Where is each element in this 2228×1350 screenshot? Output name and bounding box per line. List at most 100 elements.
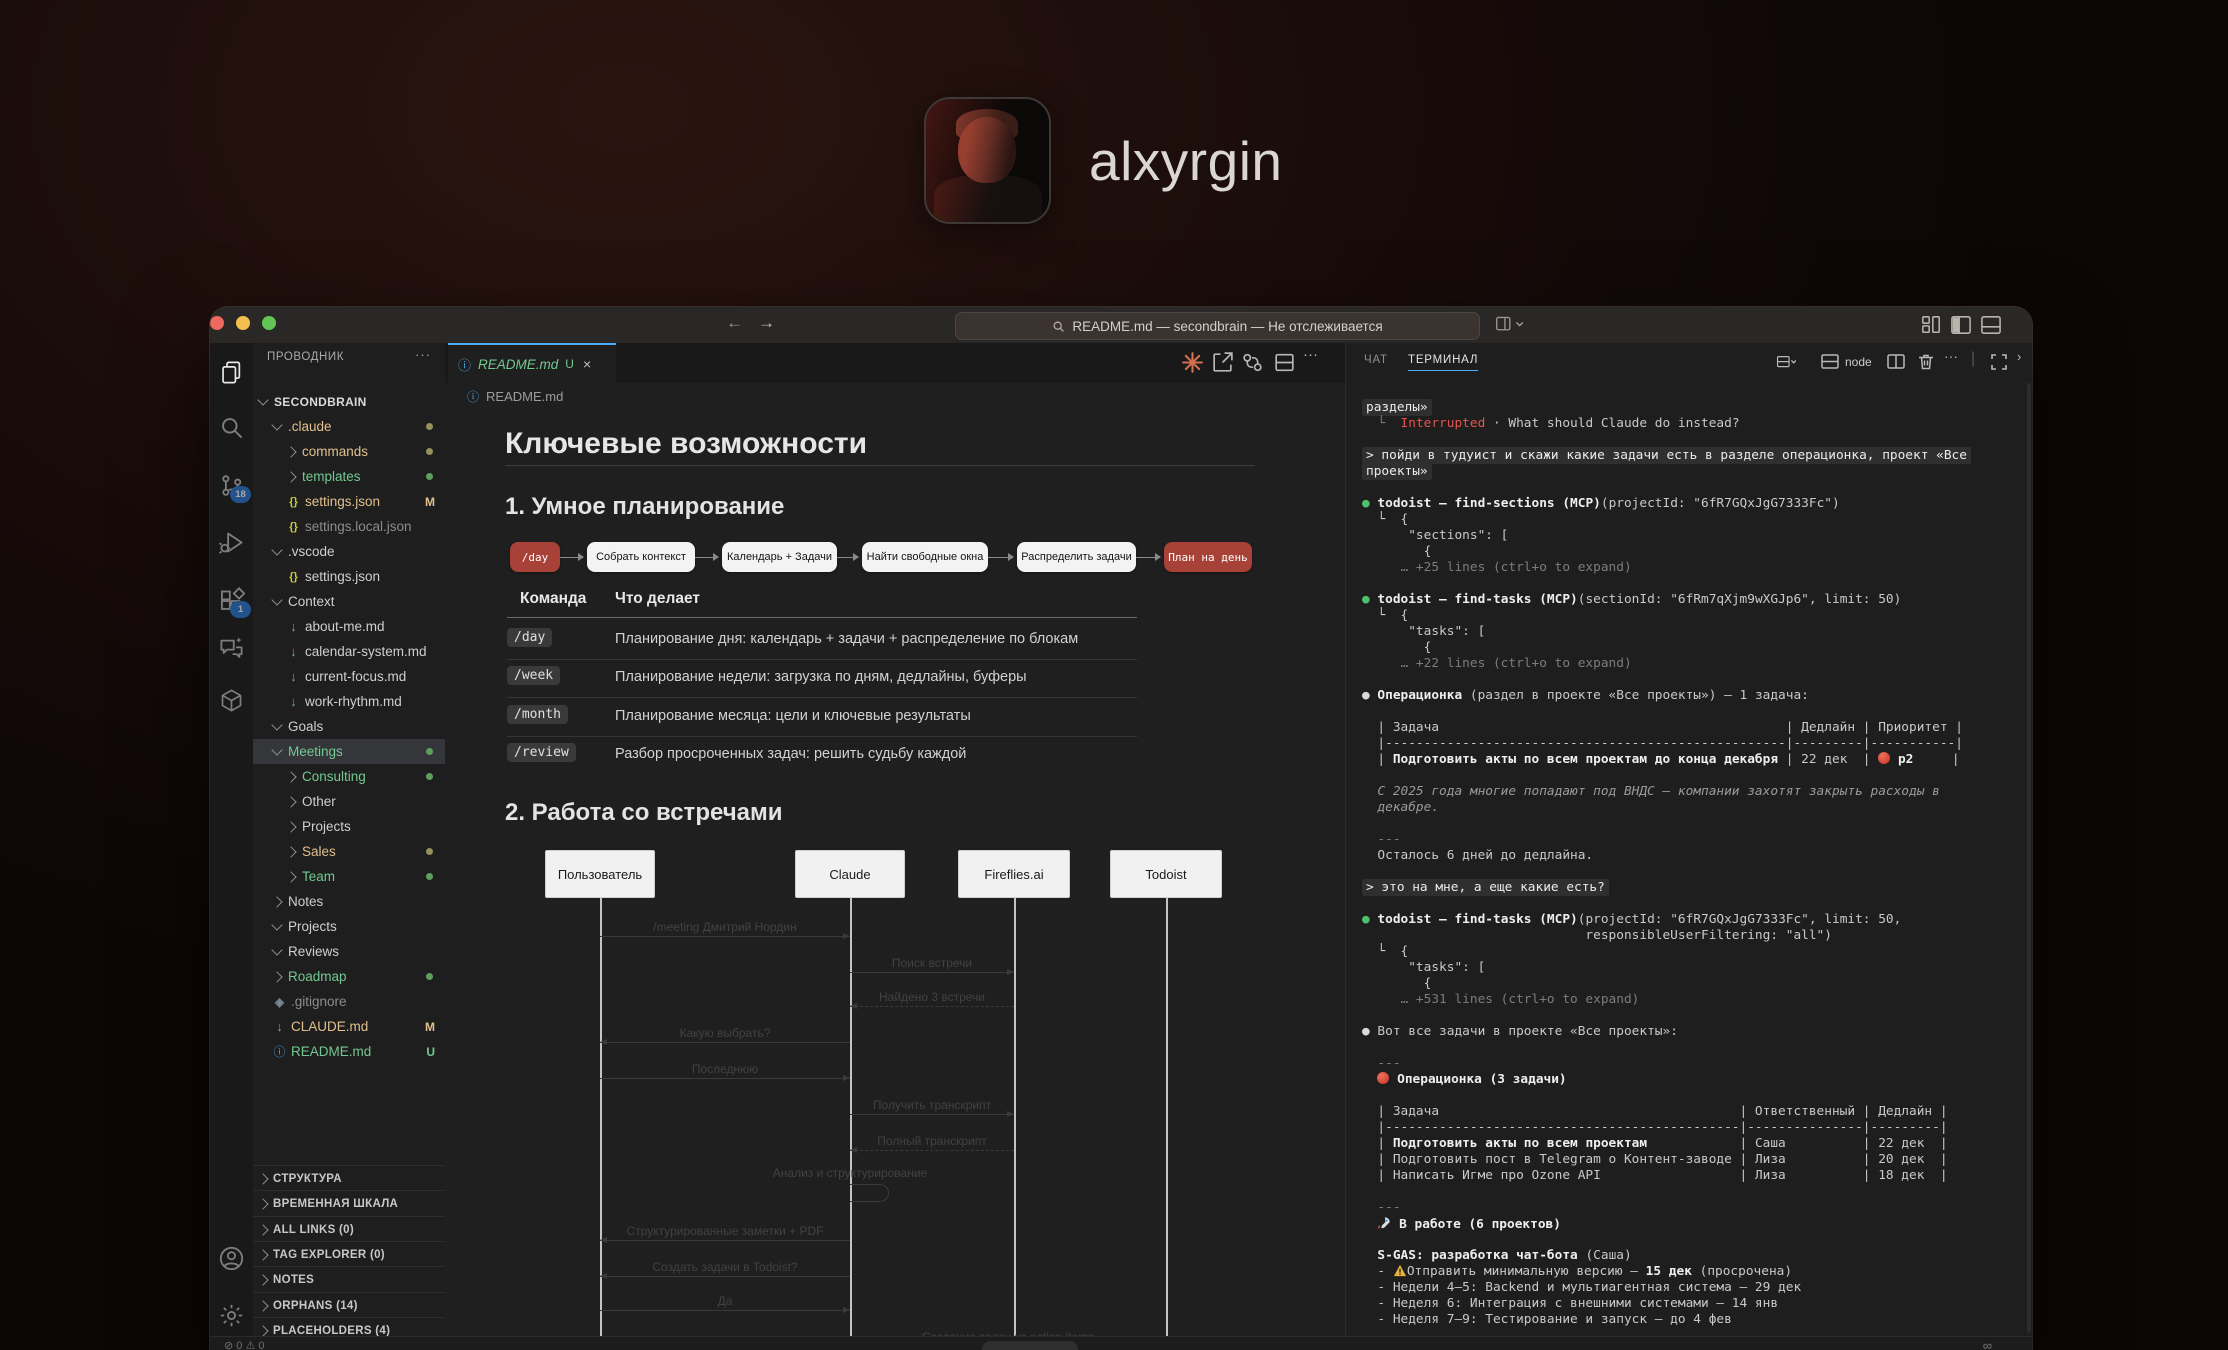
customize-layout-icon[interactable] bbox=[1920, 315, 1942, 340]
search-icon[interactable] bbox=[218, 414, 245, 441]
terminal-line: --- bbox=[1362, 1056, 1401, 1071]
terminal-launch-profile-icon[interactable] bbox=[1776, 352, 1797, 377]
toggle-panel-icon[interactable] bbox=[1980, 315, 2002, 340]
tree-item-.claude[interactable]: .claude bbox=[253, 414, 445, 439]
terminal-instance-name[interactable]: node bbox=[1845, 355, 1872, 369]
breadcrumb-file[interactable]: README.md bbox=[486, 389, 563, 404]
source-control-icon[interactable]: 18 bbox=[218, 472, 251, 503]
tree-item-settings.local.json[interactable]: {} settings.local.json bbox=[253, 514, 445, 539]
open-preview-icon[interactable] bbox=[1210, 350, 1236, 376]
tree-item-projects[interactable]: Projects bbox=[253, 814, 445, 839]
sidebar-section-2[interactable]: ALL LINKS (0) bbox=[253, 1216, 445, 1242]
terminal-scrollbar[interactable] bbox=[2027, 383, 2031, 1333]
status-problems[interactable]: ⊘ 0 ⚠ 0 bbox=[224, 1339, 264, 1350]
terminal-line: В работе (6 проектов) bbox=[1362, 1216, 1561, 1235]
sidebar-section-5[interactable]: ORPHANS (14) bbox=[253, 1292, 445, 1318]
arrowhead bbox=[843, 933, 850, 939]
chevron-right-icon bbox=[285, 820, 297, 833]
sequence-message: /meeting Дмитрий Нордин bbox=[653, 920, 797, 934]
tree-item-goals[interactable]: Goals bbox=[253, 714, 445, 739]
cmd-description: Планирование недели: загрузка по дням, д… bbox=[615, 669, 1027, 685]
chevron-right-icon bbox=[285, 845, 297, 858]
terminal-instance-icon[interactable] bbox=[1820, 352, 1840, 377]
tree-item-about-me.md[interactable]: ↓ about-me.md bbox=[253, 614, 445, 639]
tree-item-context[interactable]: Context bbox=[253, 589, 445, 614]
new-layout-dropdown-icon[interactable] bbox=[1495, 315, 1524, 338]
cube-extension-icon[interactable] bbox=[218, 687, 245, 714]
tree-item-calendar-system.md[interactable]: ↓ calendar-system.md bbox=[253, 639, 445, 664]
panel-scroll-right-icon[interactable]: › bbox=[2017, 349, 2021, 364]
tree-item-projects[interactable]: Projects bbox=[253, 914, 445, 939]
tree-item-other[interactable]: Other bbox=[253, 789, 445, 814]
tree-item-reviews[interactable]: Reviews bbox=[253, 939, 445, 964]
tree-item-meetings[interactable]: Meetings bbox=[253, 739, 445, 764]
maximize-panel-icon[interactable] bbox=[1989, 352, 2009, 377]
sequence-message: Да bbox=[717, 1294, 733, 1308]
chevron-down-icon bbox=[271, 544, 283, 556]
tree-item-current-focus.md[interactable]: ↓ current-focus.md bbox=[253, 664, 445, 689]
arrowhead bbox=[850, 1003, 857, 1009]
chevron-right-icon bbox=[285, 795, 297, 808]
terminal-line: { bbox=[1362, 544, 1432, 559]
sidebar-section-3[interactable]: TAG EXPLORER (0) bbox=[253, 1241, 445, 1267]
close-tab-icon[interactable]: × bbox=[583, 356, 591, 372]
open-changes-icon[interactable] bbox=[1240, 350, 1266, 376]
red-circle-icon bbox=[1878, 752, 1891, 764]
tree-item-.gitignore[interactable]: ◈ .gitignore bbox=[253, 989, 445, 1014]
sequence-message: Анализ и структурирование bbox=[772, 1166, 928, 1180]
terminal-line: ● Операционка (раздел в проекте «Все про… bbox=[1362, 688, 1809, 703]
tree-item-claude.md[interactable]: ↓ CLAUDE.md M bbox=[253, 1014, 445, 1039]
panel-tab-terminal[interactable]: ТЕРМИНАЛ bbox=[1408, 354, 1479, 371]
sidebar-section-1[interactable]: ВРЕМЕННАЯ ШКАЛА bbox=[253, 1190, 445, 1216]
terminal-line: | Подготовить акты по всем проектам | Са… bbox=[1362, 1136, 1948, 1151]
minimize-window-button[interactable] bbox=[236, 316, 250, 330]
sequence-self-loop bbox=[850, 1184, 889, 1202]
claude-starburst-icon[interactable] bbox=[1180, 350, 1206, 376]
terminal-output[interactable]: разделы» └ Interrupted · What should Cla… bbox=[1346, 383, 2032, 1350]
extensions-icon[interactable]: 1 bbox=[218, 587, 251, 618]
breadcrumb[interactable]: ⓘ README.md bbox=[445, 383, 1345, 409]
status-copilot-icon[interactable]: ∞ bbox=[1983, 1338, 1992, 1350]
tree-item-.vscode[interactable]: .vscode bbox=[253, 539, 445, 564]
terminal-line: └ Interrupted · What should Claude do in… bbox=[1362, 416, 1740, 431]
tree-item-secondbrain[interactable]: SECONDBRAIN bbox=[253, 389, 445, 414]
extensions-badge: 1 bbox=[230, 601, 251, 618]
tree-item-notes[interactable]: Notes bbox=[253, 889, 445, 914]
explorer-icon[interactable] bbox=[218, 359, 245, 386]
tree-item-work-rhythm.md[interactable]: ↓ work-rhythm.md bbox=[253, 689, 445, 714]
split-editor-icon[interactable] bbox=[1272, 350, 1298, 376]
zoom-window-button[interactable] bbox=[262, 316, 276, 330]
terminal-line: { bbox=[1362, 976, 1432, 991]
window-titlebar[interactable]: ← → README.md — secondbrain — Не отслежи… bbox=[210, 307, 2032, 344]
sidebar-section-0[interactable]: СТРУКТУРА bbox=[253, 1165, 445, 1191]
close-window-button[interactable] bbox=[210, 316, 224, 330]
kill-terminal-icon[interactable] bbox=[1916, 352, 1936, 377]
tree-item-templates[interactable]: templates bbox=[253, 464, 445, 489]
navigate-back-button[interactable]: ← bbox=[726, 313, 743, 333]
navigate-forward-button[interactable]: → bbox=[758, 313, 775, 333]
settings-gear-icon[interactable] bbox=[218, 1302, 245, 1329]
chat-ai-icon[interactable] bbox=[218, 635, 245, 662]
tree-item-team[interactable]: Team bbox=[253, 864, 445, 889]
toggle-sidebar-icon[interactable] bbox=[1950, 315, 1972, 340]
account-icon[interactable] bbox=[218, 1245, 245, 1272]
run-debug-icon[interactable] bbox=[218, 529, 245, 556]
tree-item-consulting[interactable]: Consulting bbox=[253, 764, 445, 789]
editor-more-actions-icon[interactable]: ··· bbox=[1303, 346, 1329, 372]
tree-item-sales[interactable]: Sales bbox=[253, 839, 445, 864]
tree-item-settings.json[interactable]: {} settings.json bbox=[253, 564, 445, 589]
panel-tab-chat[interactable]: ЧАТ bbox=[1364, 354, 1388, 366]
command-center-search[interactable]: README.md — secondbrain — Не отслеживает… bbox=[955, 312, 1480, 340]
split-terminal-icon[interactable] bbox=[1886, 352, 1906, 377]
sequence-message: Полный транскрипт bbox=[877, 1134, 987, 1148]
explorer-more-actions-icon[interactable]: ··· bbox=[415, 347, 431, 362]
sidebar-section-4[interactable]: NOTES bbox=[253, 1266, 445, 1292]
tree-item-roadmap[interactable]: Roadmap bbox=[253, 964, 445, 989]
tree-item-commands[interactable]: commands bbox=[253, 439, 445, 464]
tree-item-settings.json[interactable]: {} settings.json M bbox=[253, 489, 445, 514]
table-row-separator bbox=[507, 697, 1137, 698]
tree-item-readme.md[interactable]: ⓘ README.md U bbox=[253, 1039, 445, 1064]
chevron-right-icon bbox=[257, 1172, 269, 1185]
tab-readme[interactable]: ⓘ README.md U × bbox=[448, 343, 616, 383]
panel-more-actions-icon[interactable]: ··· bbox=[1944, 348, 1958, 364]
